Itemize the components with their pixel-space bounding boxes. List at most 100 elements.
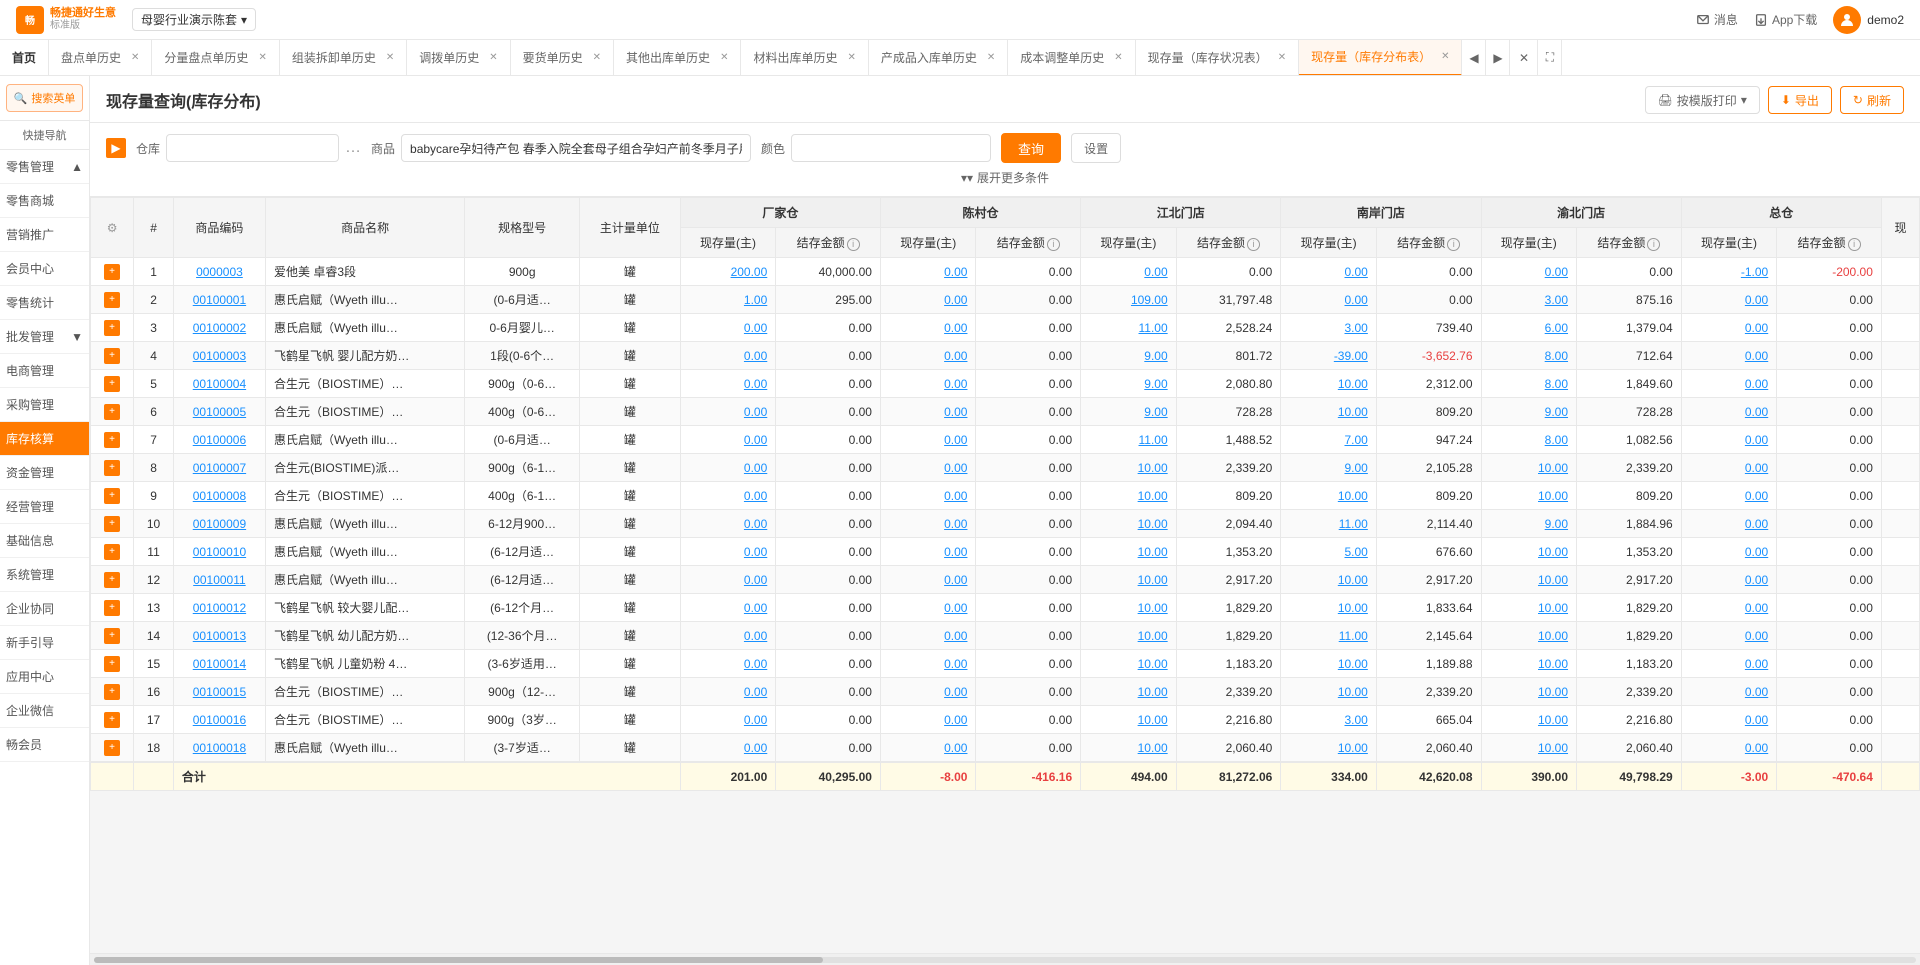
- row-yb-qty[interactable]: 10.00: [1481, 650, 1577, 678]
- row-code[interactable]: 00100003: [173, 342, 265, 370]
- tab-close-icon[interactable]: ✕: [131, 52, 139, 63]
- row-code[interactable]: 00100013: [173, 622, 265, 650]
- row-cy-qty[interactable]: 0.00: [680, 398, 776, 426]
- row-na-qty[interactable]: 10.00: [1281, 650, 1377, 678]
- row-yb-qty[interactable]: 8.00: [1481, 370, 1577, 398]
- row-zc-qty[interactable]: 0.00: [1681, 398, 1777, 426]
- row-jb-qty[interactable]: 10.00: [1081, 594, 1177, 622]
- row-na-qty[interactable]: 0.00: [1281, 258, 1377, 286]
- row-code[interactable]: 00100014: [173, 650, 265, 678]
- row-jb-qty[interactable]: 9.00: [1081, 342, 1177, 370]
- row-expand-btn[interactable]: +: [104, 516, 120, 532]
- row-cy-qty[interactable]: 0.00: [680, 426, 776, 454]
- sidebar-item-vip-member[interactable]: 畅会员: [0, 728, 89, 762]
- row-cc-qty[interactable]: 0.00: [880, 566, 976, 594]
- horizontal-scrollbar[interactable]: [90, 953, 1920, 965]
- row-expand-btn[interactable]: +: [104, 544, 120, 560]
- sidebar-item-system[interactable]: 系统管理: [0, 558, 89, 592]
- tab-next-btn[interactable]: ▶: [1486, 40, 1510, 76]
- row-yb-qty[interactable]: 0.00: [1481, 258, 1577, 286]
- row-na-qty[interactable]: 10.00: [1281, 398, 1377, 426]
- row-cy-qty[interactable]: 0.00: [680, 734, 776, 763]
- tab-material-out[interactable]: 材料出库单历史 ✕: [741, 40, 868, 76]
- sidebar-item-purchase[interactable]: 采购管理: [0, 388, 89, 422]
- row-zc-qty[interactable]: 0.00: [1681, 706, 1777, 734]
- row-cc-qty[interactable]: 0.00: [880, 482, 976, 510]
- row-cy-qty[interactable]: 0.00: [680, 370, 776, 398]
- row-expand-btn[interactable]: +: [104, 404, 120, 420]
- row-code[interactable]: 00100015: [173, 678, 265, 706]
- tab-close-icon[interactable]: ✕: [847, 52, 855, 63]
- row-code[interactable]: 00100010: [173, 538, 265, 566]
- tab-close-icon[interactable]: ✕: [258, 52, 266, 63]
- filter-expand-arrow[interactable]: ▶: [106, 138, 126, 158]
- row-jb-qty[interactable]: 9.00: [1081, 370, 1177, 398]
- row-cy-qty[interactable]: 0.00: [680, 342, 776, 370]
- row-cy-qty[interactable]: 200.00: [680, 258, 776, 286]
- tab-transfer[interactable]: 调拨单历史 ✕: [407, 40, 510, 76]
- tab-order-history[interactable]: 要货单历史 ✕: [511, 40, 614, 76]
- row-code[interactable]: 00100001: [173, 286, 265, 314]
- info-icon[interactable]: i: [1848, 238, 1861, 251]
- row-zc-qty[interactable]: 0.00: [1681, 594, 1777, 622]
- row-jb-qty[interactable]: 10.00: [1081, 650, 1177, 678]
- row-yb-qty[interactable]: 10.00: [1481, 538, 1577, 566]
- row-cc-qty[interactable]: 0.00: [880, 314, 976, 342]
- query-btn[interactable]: 查询: [1001, 133, 1061, 163]
- row-yb-qty[interactable]: 10.00: [1481, 734, 1577, 763]
- row-jb-qty[interactable]: 11.00: [1081, 314, 1177, 342]
- print-btn[interactable]: 🖨 按模版打印 ▾: [1645, 86, 1760, 114]
- row-jb-qty[interactable]: 10.00: [1081, 482, 1177, 510]
- row-zc-qty[interactable]: 0.00: [1681, 286, 1777, 314]
- sidebar-item-basic-info[interactable]: 基础信息: [0, 524, 89, 558]
- row-yb-qty[interactable]: 10.00: [1481, 678, 1577, 706]
- tab-close-icon[interactable]: ✕: [489, 52, 497, 63]
- row-expand-btn[interactable]: +: [104, 292, 120, 308]
- row-cc-qty[interactable]: 0.00: [880, 622, 976, 650]
- row-na-qty[interactable]: 9.00: [1281, 454, 1377, 482]
- row-cy-qty[interactable]: 0.00: [680, 650, 776, 678]
- sidebar-item-marketing[interactable]: 营销推广: [0, 218, 89, 252]
- row-na-qty[interactable]: -39.00: [1281, 342, 1377, 370]
- scrollbar-track[interactable]: [94, 957, 1916, 963]
- row-zc-qty[interactable]: 0.00: [1681, 734, 1777, 763]
- row-jb-qty[interactable]: 10.00: [1081, 454, 1177, 482]
- row-jb-qty[interactable]: 10.00: [1081, 538, 1177, 566]
- row-na-qty[interactable]: 10.00: [1281, 370, 1377, 398]
- row-expand-btn[interactable]: +: [104, 740, 120, 756]
- color-input[interactable]: [791, 134, 991, 162]
- row-expand-btn[interactable]: +: [104, 376, 120, 392]
- sidebar-item-enterprise-wechat[interactable]: 企业微信: [0, 694, 89, 728]
- row-code[interactable]: 00100016: [173, 706, 265, 734]
- app-download-btn[interactable]: App下载: [1754, 11, 1817, 28]
- row-expand-btn[interactable]: +: [104, 320, 120, 336]
- row-cy-qty[interactable]: 1.00: [680, 286, 776, 314]
- row-cy-qty[interactable]: 0.00: [680, 454, 776, 482]
- user-area[interactable]: demo2: [1833, 6, 1904, 34]
- tab-close-icon[interactable]: ✕: [1441, 51, 1449, 62]
- row-code[interactable]: 00100009: [173, 510, 265, 538]
- row-na-qty[interactable]: 10.00: [1281, 678, 1377, 706]
- row-cy-qty[interactable]: 0.00: [680, 510, 776, 538]
- industry-selector[interactable]: 母婴行业演示陈套 ▾: [132, 8, 256, 31]
- tab-close-icon[interactable]: ✕: [987, 52, 995, 63]
- row-cy-qty[interactable]: 0.00: [680, 594, 776, 622]
- row-jb-qty[interactable]: 0.00: [1081, 258, 1177, 286]
- tab-close-icon[interactable]: ✕: [720, 52, 728, 63]
- row-jb-qty[interactable]: 10.00: [1081, 566, 1177, 594]
- row-na-qty[interactable]: 3.00: [1281, 706, 1377, 734]
- info-icon[interactable]: i: [1647, 238, 1660, 251]
- row-code[interactable]: 00100011: [173, 566, 265, 594]
- row-code[interactable]: 00100018: [173, 734, 265, 763]
- tab-home[interactable]: 首页: [0, 40, 49, 76]
- refresh-btn[interactable]: ↻ 刷新: [1840, 86, 1904, 114]
- row-jb-qty[interactable]: 9.00: [1081, 398, 1177, 426]
- row-expand-btn[interactable]: +: [104, 348, 120, 364]
- row-zc-qty[interactable]: 0.00: [1681, 538, 1777, 566]
- row-zc-qty[interactable]: 0.00: [1681, 482, 1777, 510]
- row-zc-qty[interactable]: 0.00: [1681, 314, 1777, 342]
- row-yb-qty[interactable]: 9.00: [1481, 398, 1577, 426]
- tab-close-icon[interactable]: ✕: [1278, 52, 1286, 63]
- tab-inventory-dist[interactable]: 现存量（库存分布表） ✕: [1299, 40, 1462, 76]
- row-cc-qty[interactable]: 0.00: [880, 398, 976, 426]
